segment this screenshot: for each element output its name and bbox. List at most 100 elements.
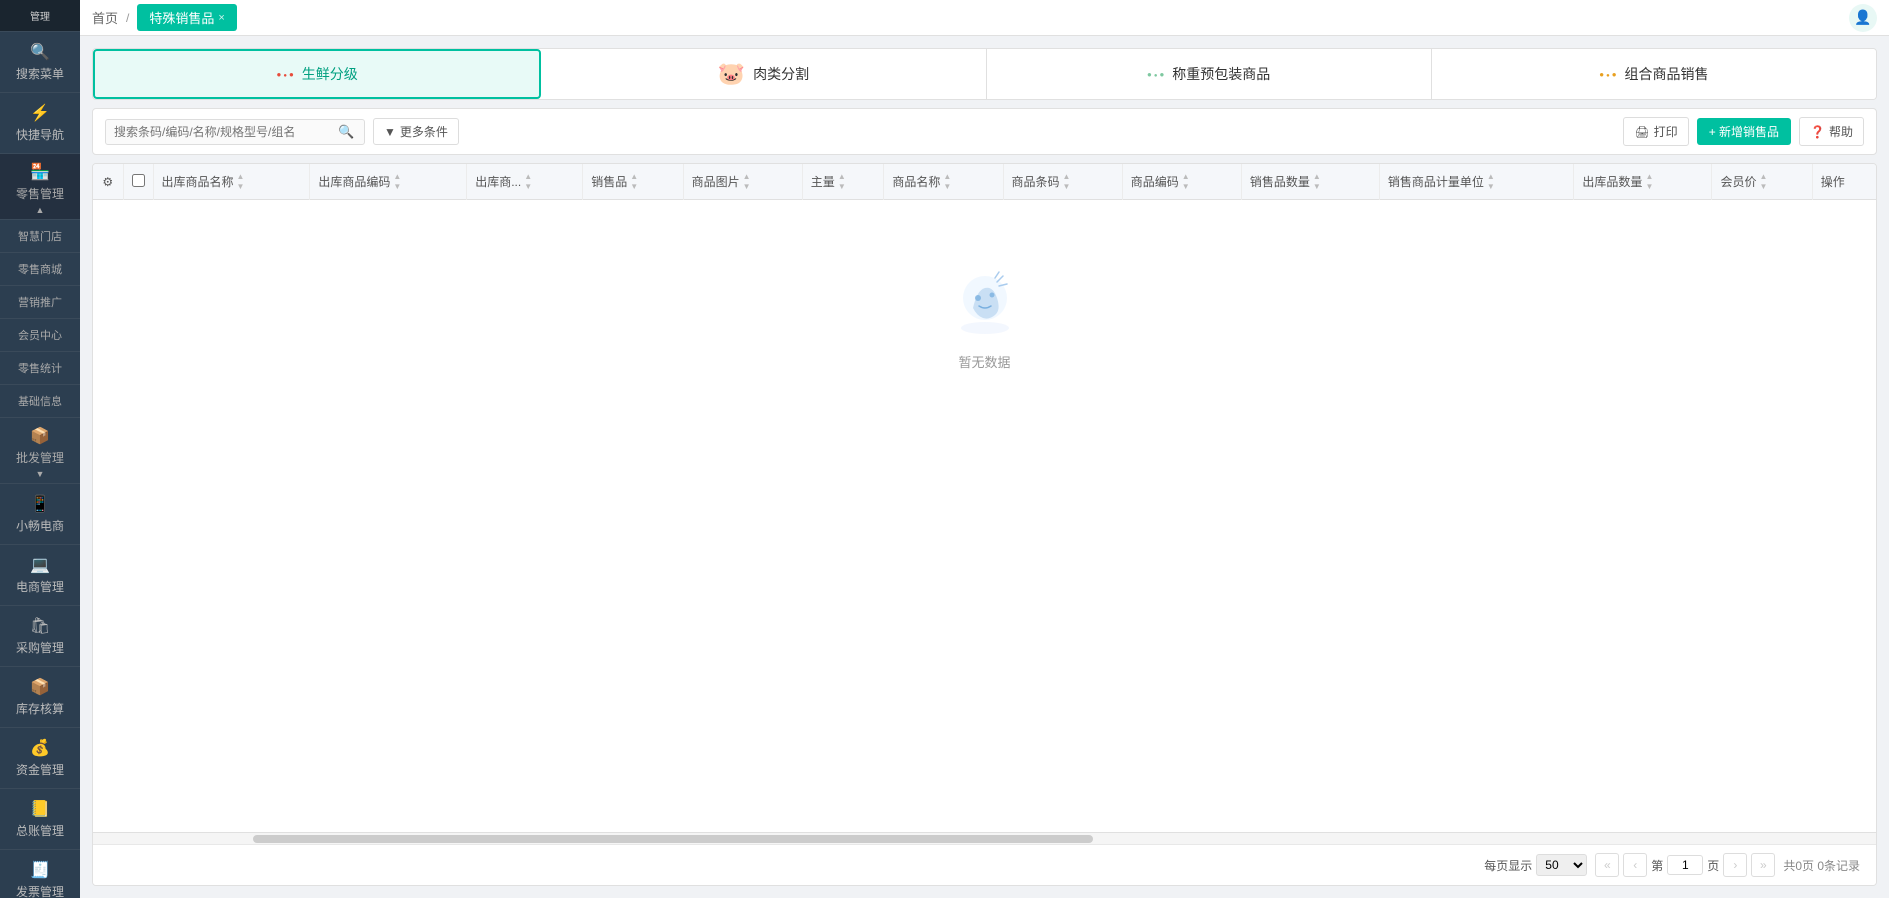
sidebar-item-label: 零售商城: [18, 264, 62, 276]
horizontal-scrollbar[interactable]: [93, 832, 1876, 844]
topbar-right: 👤: [1849, 4, 1877, 32]
breadcrumb-separator: /: [126, 11, 129, 25]
th-out-spec[interactable]: 出库商... ▲▼: [467, 164, 583, 200]
page-input-group: 第 页: [1651, 855, 1719, 875]
page-label: 第: [1651, 857, 1663, 874]
th-sales-qty[interactable]: 销售品数量 ▲▼: [1241, 164, 1379, 200]
page-total: 共0页 0条记录: [1783, 857, 1860, 874]
th-member-price[interactable]: 会员价 ▲▼: [1712, 164, 1812, 200]
sidebar-item-label: 零售统计: [18, 363, 62, 375]
page-size-selector: 每页显示 10 20 50 100: [1484, 854, 1587, 876]
per-page-label: 每页显示: [1484, 857, 1532, 874]
page-next-btn[interactable]: ›: [1723, 853, 1747, 877]
page-navigation: « ‹ 第 页 › »: [1595, 853, 1775, 877]
th-out-name[interactable]: 出库商品名称 ▲▼: [153, 164, 310, 200]
filter-button[interactable]: ▼ 更多条件: [373, 118, 459, 145]
sidebar-item-invoice[interactable]: 🧾 发票管理: [0, 850, 80, 898]
sidebar-item-label: 营销推广: [18, 297, 62, 309]
page-prev-btn[interactable]: ‹: [1623, 853, 1647, 877]
sidebar-item-basic-info[interactable]: 基础信息: [0, 385, 80, 418]
sort-arrows: ▲▼: [237, 172, 245, 191]
th-sales-item-label: 销售品: [591, 173, 627, 190]
cat-tab-combo-label: 组合商品销售: [1625, 64, 1709, 84]
user-icon: 👤: [1854, 9, 1871, 26]
sidebar-item-label: 基础信息: [18, 396, 62, 408]
pagination: 每页显示 10 20 50 100 « ‹ 第 页: [93, 844, 1876, 885]
sidebar-item-purchase[interactable]: 🛍 采购管理: [0, 606, 80, 667]
help-button[interactable]: ❓ 帮助: [1799, 117, 1864, 146]
th-out-code[interactable]: 出库商品编码 ▲▼: [310, 164, 467, 200]
th-main-weight[interactable]: 主量 ▲▼: [802, 164, 884, 200]
cat-tab-fresh[interactable]: ● ● ● 生鲜分级: [93, 49, 541, 99]
search-input[interactable]: [114, 125, 334, 139]
th-sales-item[interactable]: 销售品 ▲▼: [583, 164, 683, 200]
th-image-label: 商品图片: [692, 173, 740, 190]
sidebar-item-wholesale[interactable]: 📦 批发管理 ▼: [0, 418, 80, 484]
scrollbar-thumb[interactable]: [253, 835, 1093, 843]
cat-tab-weight-label: 称重预包装商品: [1172, 64, 1270, 84]
sidebar-item-promotion[interactable]: 营销推广: [0, 286, 80, 319]
combo-icon: ● ● ●: [1599, 70, 1616, 79]
page-first-btn[interactable]: «: [1595, 853, 1619, 877]
sort-arrows: ▲▼: [1063, 172, 1071, 191]
page-last-btn[interactable]: »: [1751, 853, 1775, 877]
th-sales-qty-label: 销售品数量: [1250, 173, 1310, 190]
print-button[interactable]: 🖨 打印: [1623, 117, 1688, 146]
sidebar-item-retail-mall[interactable]: 零售商城: [0, 253, 80, 286]
toolbar: 🔍 ▼ 更多条件 🖨 打印 + 新增销售品 ❓ 帮助: [92, 108, 1877, 155]
th-sales-unit[interactable]: 销售商品计量单位 ▲▼: [1379, 164, 1574, 200]
table-wrap: ⚙ 出库商品名称 ▲▼: [93, 164, 1876, 832]
th-goods-name[interactable]: 商品名称 ▲▼: [884, 164, 1003, 200]
mini-ecom-icon: 📱: [30, 494, 50, 514]
wholesale-icon: 📦: [30, 426, 50, 446]
th-image[interactable]: 商品图片 ▲▼: [683, 164, 802, 200]
page-number-input[interactable]: [1667, 855, 1703, 875]
sidebar-item-members[interactable]: 会员中心: [0, 319, 80, 352]
sidebar-item-label: 发票管理: [16, 883, 64, 898]
help-label: 帮助: [1829, 123, 1853, 140]
sidebar-item-label: 小畅电商: [16, 517, 64, 534]
data-table: ⚙ 出库商品名称 ▲▼: [93, 164, 1876, 200]
sidebar-item-smart-store[interactable]: 智慧门店: [0, 220, 80, 253]
active-tab[interactable]: 特殊销售品 ×: [137, 4, 236, 31]
cat-tab-meat[interactable]: 🐷 肉类分割: [541, 49, 986, 99]
sidebar-item-retail-stats[interactable]: 零售统计: [0, 352, 80, 385]
sidebar-item-label: 采购管理: [16, 639, 64, 656]
th-goods-code[interactable]: 商品编码 ▲▼: [1122, 164, 1241, 200]
page-content: ● ● ● 生鲜分级 🐷 肉类分割 ● ● ● 称重预包装商品: [80, 36, 1889, 898]
th-out-code-label: 出库商品编码: [318, 173, 390, 190]
category-tabs: ● ● ● 生鲜分级 🐷 肉类分割 ● ● ● 称重预包装商品: [92, 48, 1877, 100]
breadcrumb-home[interactable]: 首页: [92, 8, 118, 27]
sidebar-item-search[interactable]: 🔍 搜索菜单: [0, 32, 80, 93]
retail-icon: 🏪: [30, 162, 50, 182]
th-out-qty[interactable]: 出库品数量 ▲▼: [1574, 164, 1712, 200]
finance-icon: 💰: [30, 738, 50, 758]
sidebar-item-finance[interactable]: 💰 资金管理: [0, 728, 80, 789]
th-settings[interactable]: ⚙: [93, 164, 123, 200]
th-out-qty-label: 出库品数量: [1582, 173, 1642, 190]
th-goods-name-label: 商品名称: [892, 173, 940, 190]
sort-arrows: ▲▼: [743, 172, 751, 191]
sort-arrows: ▲▼: [1487, 172, 1495, 191]
sidebar-item-label: 快捷导航: [16, 126, 64, 143]
sidebar-item-label: 零售管理: [16, 185, 64, 202]
cat-tab-combo[interactable]: ● ● ● 组合商品销售: [1432, 49, 1876, 99]
close-tab-icon[interactable]: ×: [218, 12, 224, 24]
user-avatar-btn[interactable]: 👤: [1849, 4, 1877, 32]
sidebar-item-ecom-mgmt[interactable]: 💻 电商管理: [0, 545, 80, 606]
search-box[interactable]: 🔍: [105, 119, 365, 145]
search-icon[interactable]: 🔍: [338, 124, 354, 140]
per-page-select[interactable]: 10 20 50 100: [1536, 854, 1587, 876]
th-barcode[interactable]: 商品条码 ▲▼: [1003, 164, 1122, 200]
fresh-icon: ● ● ●: [276, 70, 293, 79]
sidebar-item-retail[interactable]: 🏪 零售管理 ▲: [0, 154, 80, 220]
sidebar-item-mini-ecom[interactable]: 📱 小畅电商: [0, 484, 80, 545]
th-checkbox[interactable]: [123, 164, 153, 200]
new-item-button[interactable]: + 新增销售品: [1697, 118, 1791, 145]
sidebar-item-ledger[interactable]: 📒 总账管理: [0, 789, 80, 850]
cat-tab-weight[interactable]: ● ● ● 称重预包装商品: [987, 49, 1432, 99]
select-all-checkbox[interactable]: [132, 174, 145, 187]
sidebar-item-inventory[interactable]: 📦 库存核算: [0, 667, 80, 728]
sidebar-item-label: 库存核算: [16, 700, 64, 717]
sidebar-item-quick[interactable]: ⚡ 快捷导航: [0, 93, 80, 154]
